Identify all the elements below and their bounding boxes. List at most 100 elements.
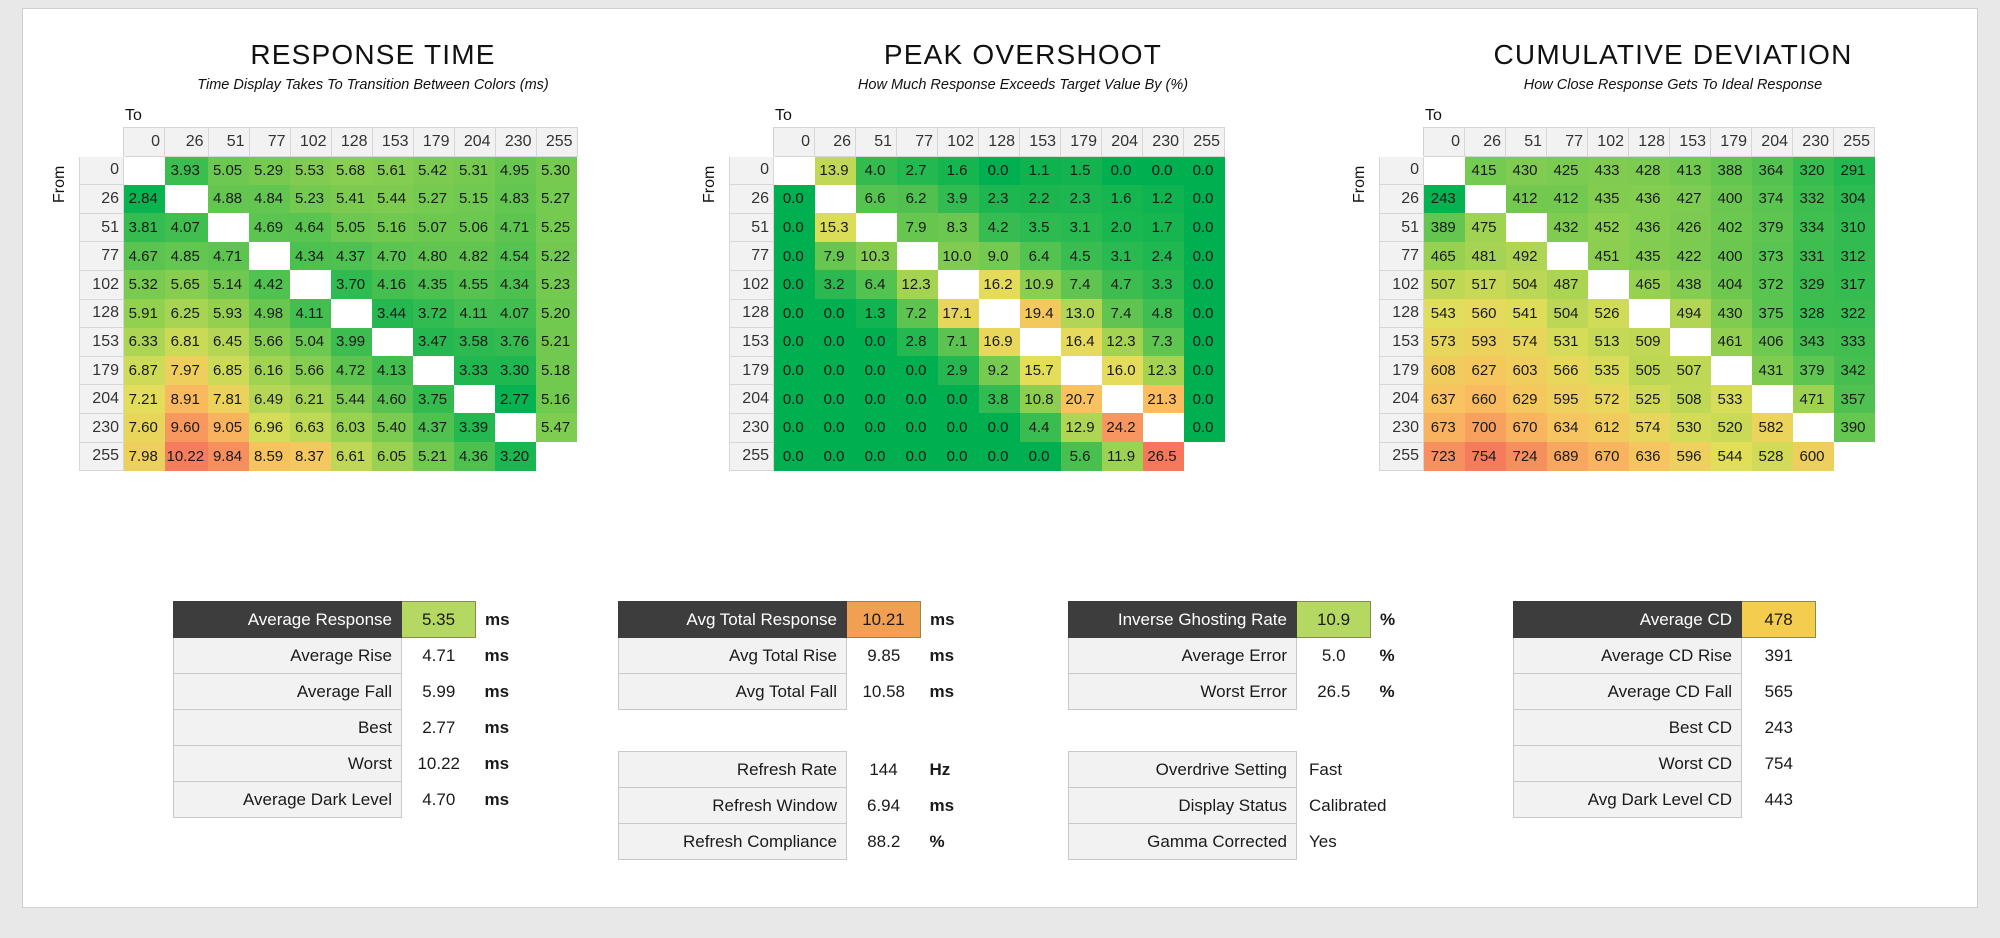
stat-row: Average Error 5.0% bbox=[1068, 637, 1407, 674]
stat-value: 754 bbox=[1741, 745, 1816, 782]
matrix-cell: 3.2 bbox=[814, 270, 856, 300]
matrix-cell: 670 bbox=[1505, 413, 1547, 443]
matrix-cell: 329 bbox=[1792, 270, 1834, 300]
matrix-cell: 13.0 bbox=[1060, 299, 1102, 328]
matrix-cell: 0.0 bbox=[773, 384, 815, 414]
matrix-cell: 0.0 bbox=[855, 413, 897, 443]
matrix-cell: 5.18 bbox=[536, 356, 578, 385]
matrix-cell: 0.0 bbox=[937, 384, 979, 414]
matrix-cell: 5.61 bbox=[372, 156, 414, 185]
matrix-cell: 0.0 bbox=[814, 356, 856, 385]
matrix-cell: 3.9 bbox=[937, 184, 979, 214]
matrix-cell: 520 bbox=[1710, 413, 1752, 443]
matrix-cell: 320 bbox=[1792, 156, 1834, 185]
matrix-cell: 438 bbox=[1669, 270, 1711, 300]
matrix-cell: 375 bbox=[1751, 299, 1793, 328]
matrix-row: 128 0.0 0.0 1.3 7.2 17.1 19.4 13.0 7.4 4.8 0.0 bbox=[729, 298, 1225, 329]
matrix-cell: 0.0 bbox=[1183, 270, 1225, 300]
matrix-cell: 5.91 bbox=[123, 299, 165, 328]
matrix-cell: 3.72 bbox=[413, 299, 455, 328]
panel-subtitle-peak-overshoot: How Much Response Exceeds Target Value B… bbox=[857, 77, 1189, 93]
matrix-cell: 7.3 bbox=[1142, 327, 1184, 357]
stat-unit bbox=[1816, 710, 1852, 746]
stat-row: Avg Total Fall 10.58 ms bbox=[618, 673, 965, 710]
matrix-row: 26 243 412 412 435 436 427 400 374 332 304 bbox=[1379, 184, 1875, 214]
matrix-cell: 5.41 bbox=[331, 184, 373, 214]
stat-label: Average Rise bbox=[173, 637, 402, 674]
matrix-col-header-128: 128 bbox=[978, 127, 1020, 157]
matrix-cell: 5.29 bbox=[249, 156, 291, 185]
matrix-row: 230 7.60 9.60 9.05 6.96 6.63 6.03 5.40 4.37 3.39 5… bbox=[79, 412, 578, 443]
matrix-cell: 7.2 bbox=[896, 299, 938, 328]
matrix-cell: 0.0 bbox=[896, 356, 938, 385]
matrix-cell: 5.68 bbox=[331, 156, 373, 185]
stat-unit: % bbox=[1379, 645, 1395, 665]
matrix-cell: 541 bbox=[1505, 299, 1547, 328]
matrix-cell: 6.16 bbox=[249, 356, 291, 385]
stat-row: Average CD Rise 391 bbox=[1513, 637, 1852, 674]
stat-label: Average Error bbox=[1068, 637, 1297, 674]
matrix-row-header-51: 51 bbox=[729, 212, 774, 243]
matrix-cell: 4.11 bbox=[454, 299, 496, 328]
matrix-cell-diagonal bbox=[1101, 384, 1143, 414]
matrix-cell: 0.0 bbox=[1183, 356, 1225, 385]
matrix-cell: 357 bbox=[1833, 384, 1875, 414]
stat-row: Average Dark Level 4.70 ms bbox=[173, 781, 520, 818]
matrix-corner bbox=[1379, 127, 1424, 157]
matrix-cell-diagonal bbox=[1587, 270, 1629, 300]
matrix-cell-diagonal bbox=[331, 299, 373, 328]
matrix-row: 102 507 517 504 487 465 438 404 372 329 317 bbox=[1379, 269, 1875, 300]
matrix-cell: 0.0 bbox=[773, 299, 815, 328]
matrix-row-header-51: 51 bbox=[1379, 212, 1424, 243]
matrix-cell: 425 bbox=[1546, 156, 1588, 185]
stat-label: Display Status bbox=[1068, 787, 1297, 824]
matrix-cell: 3.44 bbox=[372, 299, 414, 328]
matrix-cell: 343 bbox=[1792, 327, 1834, 357]
matrix-cell: 3.76 bbox=[495, 327, 537, 357]
stat-value: 5.0 bbox=[1296, 637, 1371, 674]
matrix-row-header-230: 230 bbox=[1379, 412, 1424, 443]
matrix-cell: 4.82 bbox=[454, 241, 496, 271]
matrix-col-header-77: 77 bbox=[248, 127, 291, 157]
stat-unit: ms bbox=[929, 645, 955, 665]
matrix-col-header-179: 179 bbox=[1060, 127, 1102, 157]
stat-value: 565 bbox=[1741, 673, 1816, 710]
matrix-cell: 4.0 bbox=[855, 156, 897, 185]
matrix-cell: 0.0 bbox=[1101, 156, 1143, 185]
matrix-cell-diagonal bbox=[1505, 213, 1547, 242]
matrix-cell: 7.21 bbox=[123, 384, 165, 414]
matrix-row: 77 0.0 7.9 10.3 10.0 9.0 6.4 4.5 3.1 2.4 0.0 bbox=[729, 241, 1225, 271]
matrix-cell: 509 bbox=[1628, 327, 1670, 357]
matrix-row: 230 0.0 0.0 0.0 0.0 0.0 0.0 4.4 12.9 24.2 0.0 bbox=[729, 412, 1225, 443]
matrix-row: 255 7.98 10.22 9.84 8.59 8.37 6.61 6.05 5.21 4.36… bbox=[79, 441, 578, 472]
matrix-cell: 4.2 bbox=[978, 213, 1020, 242]
matrix-row-header-26: 26 bbox=[1379, 184, 1424, 214]
matrix-cell: 0.0 bbox=[1183, 213, 1225, 242]
matrix-col-header-204: 204 bbox=[1101, 127, 1143, 157]
matrix-cell: 574 bbox=[1628, 413, 1670, 443]
stat-unit bbox=[1816, 674, 1852, 710]
matrix-cell: 574 bbox=[1505, 327, 1547, 357]
matrix-cell: 724 bbox=[1505, 442, 1547, 471]
matrix-cell: 17.1 bbox=[937, 299, 979, 328]
matrix-cell: 487 bbox=[1546, 270, 1588, 300]
matrix-cell: 517 bbox=[1464, 270, 1506, 300]
matrix-cell: 20.7 bbox=[1060, 384, 1102, 414]
matrix-col-header-255: 255 bbox=[535, 127, 578, 157]
stat-row: Avg Total Response 10.21 ms bbox=[618, 601, 965, 638]
stat-label: Average CD bbox=[1513, 601, 1742, 638]
stat-value: 443 bbox=[1741, 781, 1816, 818]
matrix-cell: 0.0 bbox=[814, 384, 856, 414]
matrix-cell: 5.14 bbox=[208, 270, 250, 300]
matrix-cell: 5.93 bbox=[208, 299, 250, 328]
matrix-cell-diagonal bbox=[855, 213, 897, 242]
stat-row: Average Rise 4.71 ms bbox=[173, 637, 520, 674]
matrix-cell: 5.25 bbox=[536, 213, 578, 242]
matrix-cell: 13.9 bbox=[814, 156, 856, 185]
stats-table-refresh: Refresh Rate 144 Hz Refresh Window 6.94 ms Ref… bbox=[618, 751, 964, 860]
matrix-cell: 16.9 bbox=[978, 327, 1020, 357]
matrix-row: 0 415 430 425 433 428 413 388 364 320 291 bbox=[1379, 155, 1875, 186]
matrix-col-header-179: 179 bbox=[1710, 127, 1752, 157]
matrix-row: 51 3.81 4.07 4.69 4.64 5.05 5.16 5.07 5.06 4.71 5.… bbox=[79, 212, 578, 243]
stat-row: Refresh Rate 144 Hz bbox=[618, 751, 964, 788]
